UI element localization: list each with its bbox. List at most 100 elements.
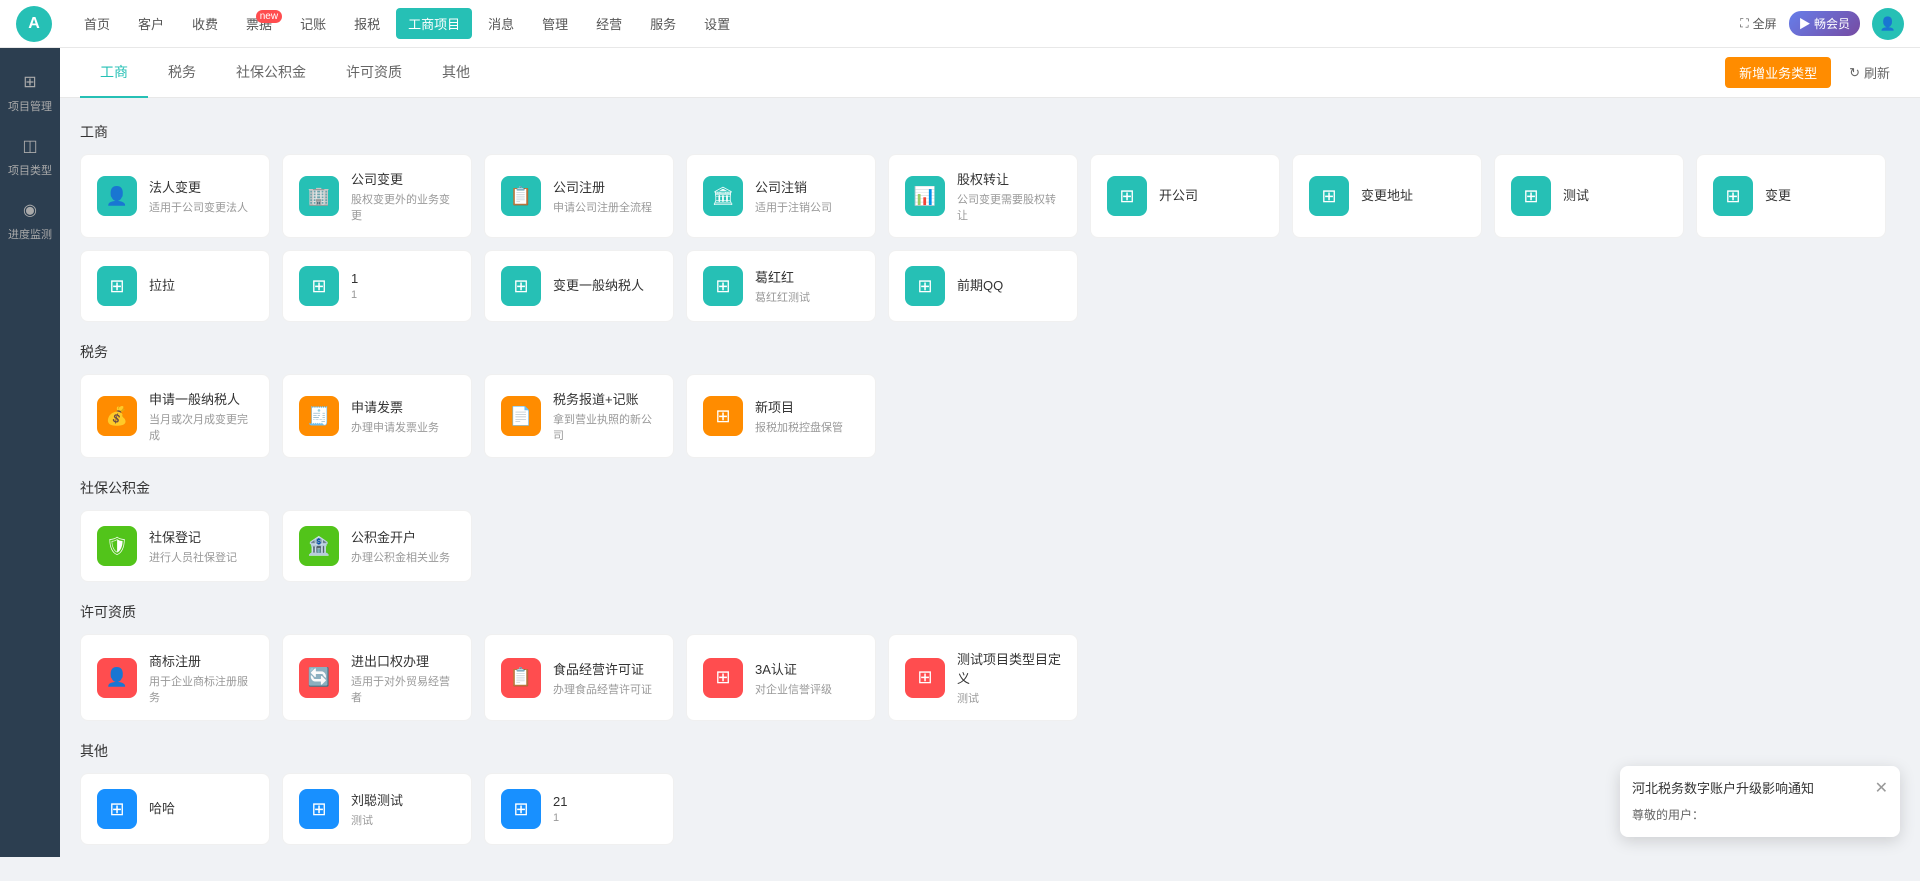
card-title: 21 — [553, 794, 657, 809]
card-刘聪测试[interactable]: ⊞刘聪测试测试 — [282, 773, 472, 845]
card-商标注册[interactable]: 👤 商标注册用于企业商标注册服务 — [80, 634, 270, 721]
card-公司变更[interactable]: 🏢 公司变更股权变更外的业务变更 — [282, 154, 472, 238]
card-info: 法人变更适用于公司变更法人 — [149, 177, 253, 215]
card-icon: ⊞ — [97, 789, 137, 829]
card-info: 变更地址 — [1361, 185, 1465, 207]
notification-header: 河北税务数字账户升级影响通知 ✕ — [1632, 778, 1888, 798]
nav-item-报税[interactable]: 报税 — [342, 8, 392, 39]
tab-工商[interactable]: 工商 — [80, 48, 148, 98]
card-1[interactable]: ⊞11 — [282, 250, 472, 322]
notification-close-button[interactable]: ✕ — [1875, 778, 1888, 798]
card-变更一般纳税人[interactable]: ⊞ 变更一般纳税人 — [484, 250, 674, 322]
nav-item-首页[interactable]: 首页 — [72, 8, 122, 39]
card-测试[interactable]: ⊞测试 — [1494, 154, 1684, 238]
card-拉拉[interactable]: ⊞拉拉 — [80, 250, 270, 322]
tab-税务[interactable]: 税务 — [148, 48, 216, 98]
card-法人变更[interactable]: 👤法人变更适用于公司变更法人 — [80, 154, 270, 238]
card-新项目[interactable]: ⊞新项目报税加税控盘保管 — [686, 374, 876, 458]
card-info: 3A认证对企业信誉评级 — [755, 659, 859, 697]
tab-许可资质[interactable]: 许可资质 — [326, 48, 422, 98]
fullscreen-button[interactable]: ⛶ 全屏 — [1740, 15, 1776, 32]
card-哈哈[interactable]: ⊞哈哈 — [80, 773, 270, 845]
sidebar-icon: ◉ — [18, 198, 42, 222]
card-desc: 测试 — [957, 690, 1061, 706]
nav-item-经营[interactable]: 经营 — [584, 8, 634, 39]
nav-item-消息[interactable]: 消息 — [476, 8, 526, 39]
card-3A认证[interactable]: ⊞ 3A认证对企业信誉评级 — [686, 634, 876, 721]
card-葛红红[interactable]: ⊞葛红红葛红红测试 — [686, 250, 876, 322]
card-icon: ⊞ — [501, 789, 541, 829]
vip-button[interactable]: ▶ 畅会员 — [1789, 11, 1860, 36]
card-icon: 👤 — [97, 658, 137, 698]
card-title: 商标注册 — [149, 651, 253, 670]
card-申请一般纳税人[interactable]: 💰申请一般纳税人当月或次月成变更完成 — [80, 374, 270, 458]
sidebar-icon: ◫ — [18, 134, 42, 158]
section-title-税务: 税务 — [80, 342, 1900, 362]
card-变更[interactable]: ⊞变更 — [1696, 154, 1886, 238]
tab-社保公积金[interactable]: 社保公积金 — [216, 48, 326, 98]
nav-item-记账[interactable]: 记账 — [288, 8, 338, 39]
card-title: 变更一般纳税人 — [553, 275, 657, 294]
nav-item-客户[interactable]: 客户 — [126, 8, 176, 39]
card-食品经营许可证[interactable]: 📋食品经营许可证办理食品经营许可证 — [484, 634, 674, 721]
card-icon: 📊 — [905, 176, 945, 216]
avatar[interactable]: 👤 — [1872, 8, 1904, 40]
card-title: 法人变更 — [149, 177, 253, 196]
card-info: 进出口权办理适用于对外贸易经营者 — [351, 651, 455, 705]
card-icon: 📄 — [501, 396, 541, 436]
card-前期QQ[interactable]: ⊞前期QQ — [888, 250, 1078, 322]
card-股权转让[interactable]: 📊 股权转让公司变更需要股权转让 — [888, 154, 1078, 238]
card-title: 变更地址 — [1361, 185, 1465, 204]
card-公司注销[interactable]: 🏛公司注销适用于注销公司 — [686, 154, 876, 238]
card-desc: 股权变更外的业务变更 — [351, 191, 455, 223]
card-icon: ⊞ — [703, 658, 743, 698]
card-info: 公司变更股权变更外的业务变更 — [351, 169, 455, 223]
card-税务报道+记账[interactable]: 📄税务报道+记账拿到营业执照的新公司 — [484, 374, 674, 458]
card-desc: 用于企业商标注册服务 — [149, 673, 253, 705]
card-变更地址[interactable]: ⊞变更地址 — [1292, 154, 1482, 238]
card-公积金开户[interactable]: 🏦公积金开户办理公积金相关业务 — [282, 510, 472, 582]
card-title: 拉拉 — [149, 275, 253, 294]
card-icon: ⊞ — [299, 789, 339, 829]
nav-item-服务[interactable]: 服务 — [638, 8, 688, 39]
card-desc: 1 — [351, 289, 455, 301]
card-icon: 🛡 — [97, 526, 137, 566]
fullscreen-icon: ⛶ — [1740, 16, 1748, 31]
vip-icon: ▶ — [1799, 17, 1811, 31]
card-社保登记[interactable]: 🛡社保登记进行人员社保登记 — [80, 510, 270, 582]
card-测试项目类型目定义[interactable]: ⊞测试项目类型目定义测试 — [888, 634, 1078, 721]
nav-item-工商项目[interactable]: 工商项目 — [396, 8, 472, 39]
card-info: 股权转让公司变更需要股权转让 — [957, 169, 1061, 223]
nav-item-管理[interactable]: 管理 — [530, 8, 580, 39]
cards-grid-税务: 💰申请一般纳税人当月或次月成变更完成🧾申请发票办理申请发票业务📄税务报道+记账拿… — [80, 374, 1900, 458]
card-info: 开公司 — [1159, 185, 1263, 207]
card-公司注册[interactable]: 📋公司注册申请公司注册全流程 — [484, 154, 674, 238]
card-开公司[interactable]: ⊞开公司 — [1090, 154, 1280, 238]
card-进出口权办理[interactable]: 🔄进出口权办理适用于对外贸易经营者 — [282, 634, 472, 721]
card-info: 前期QQ — [957, 275, 1061, 297]
sidebar-item-进度监测[interactable]: ◉ 进度监测 — [0, 188, 60, 252]
tabs-actions: 新增业务类型 ↻ 刷新 — [1725, 57, 1900, 88]
card-desc: 报税加税控盘保管 — [755, 419, 859, 435]
new-type-button[interactable]: 新增业务类型 — [1725, 57, 1831, 88]
main-content: 工商税务社保公积金许可资质其他 新增业务类型 ↻ 刷新 工商👤法人变更适用于公司… — [60, 48, 1920, 881]
section-title-工商: 工商 — [80, 122, 1900, 142]
refresh-icon: ↻ — [1849, 65, 1860, 81]
card-申请发票[interactable]: 🧾申请发票办理申请发票业务 — [282, 374, 472, 458]
card-icon: 🏢 — [299, 176, 339, 216]
card-title: 3A认证 — [755, 659, 859, 678]
card-21[interactable]: ⊞211 — [484, 773, 674, 845]
sidebar-item-项目类型[interactable]: ◫ 项目类型 — [0, 124, 60, 188]
nav-item-设置[interactable]: 设置 — [692, 8, 742, 39]
notification-title: 河北税务数字账户升级影响通知 — [1632, 778, 1814, 797]
card-icon: 🏛 — [703, 176, 743, 216]
card-title: 前期QQ — [957, 275, 1061, 294]
section-title-社保公积金: 社保公积金 — [80, 478, 1900, 498]
refresh-button[interactable]: ↻ 刷新 — [1839, 57, 1900, 88]
nav-item-票据[interactable]: 票据new — [234, 8, 284, 39]
tab-其他[interactable]: 其他 — [422, 48, 490, 98]
nav-item-收费[interactable]: 收费 — [180, 8, 230, 39]
sidebar-item-项目管理[interactable]: ⊞ 项目管理 — [0, 60, 60, 124]
card-title: 社保登记 — [149, 527, 253, 546]
card-icon: ⊞ — [501, 266, 541, 306]
